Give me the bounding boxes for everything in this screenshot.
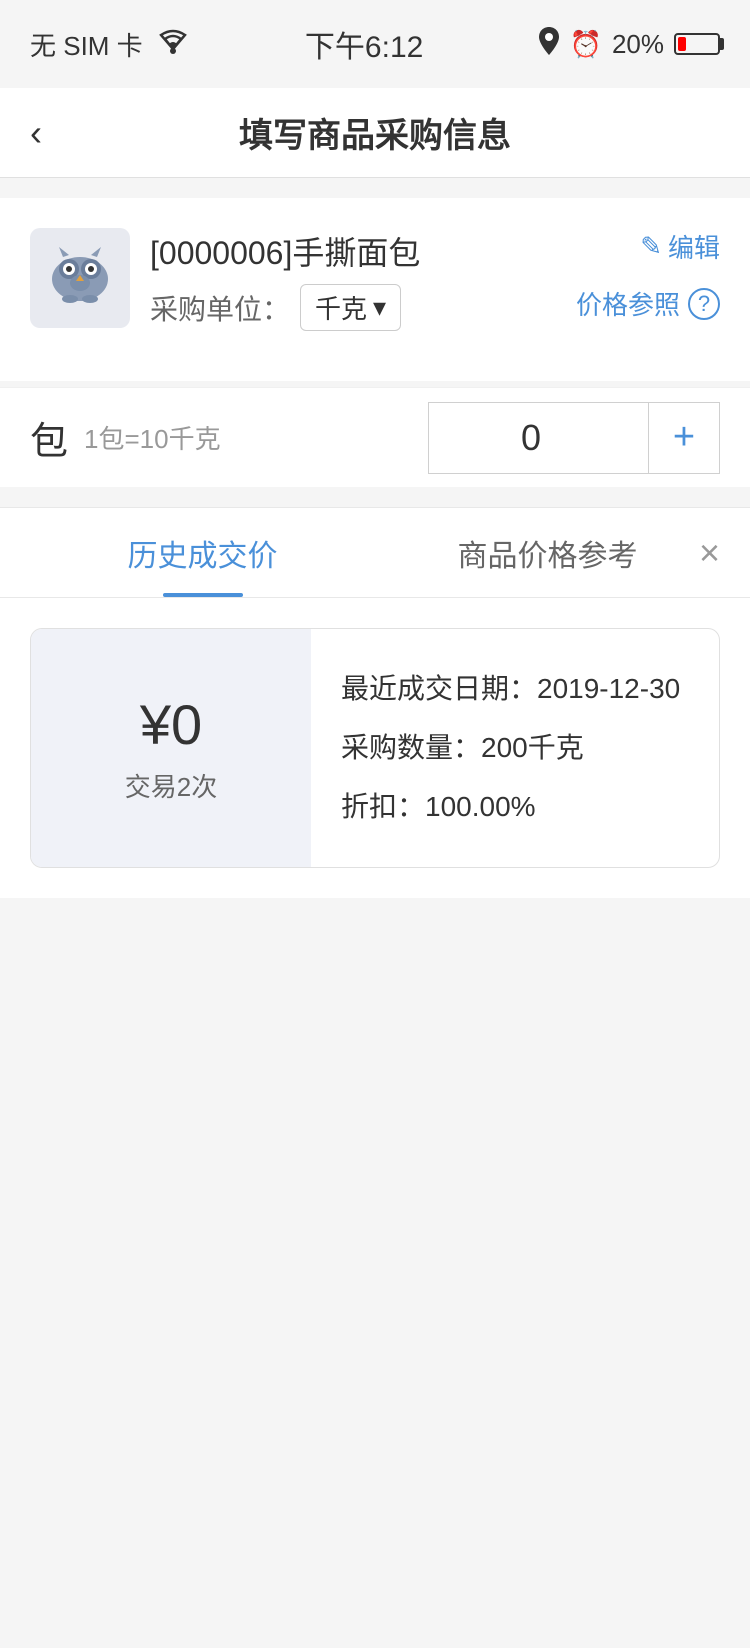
price-amount: 0	[171, 693, 202, 756]
history-price: ¥0	[140, 692, 202, 757]
back-button[interactable]: ‹	[30, 112, 42, 154]
tabs-header: 历史成交价 商品价格参考 ×	[0, 508, 750, 598]
help-icon: ?	[688, 288, 720, 320]
unit-character: 包	[30, 410, 68, 465]
quantity-section: 包 1包=10千克 +	[0, 387, 750, 487]
unit-label: 采购单位：	[150, 288, 290, 328]
unit-description: 1包=10千克	[84, 419, 221, 456]
product-section: [0000006]手撕面包 采购单位： 千克 ▾ ✎ 编辑 价格参照 ?	[0, 198, 750, 381]
detail-discount-label: 折扣：100.00%	[341, 791, 536, 822]
product-name: [0000006]手撕面包	[150, 228, 420, 274]
battery-percent: 20%	[612, 29, 664, 60]
detail-date-label: 最近成交日期：2019-12-30	[341, 673, 680, 704]
tab-reference-label: 商品价格参考	[458, 531, 638, 575]
history-times: 交易2次	[125, 767, 217, 804]
tab-history-label: 历史成交价	[128, 531, 278, 575]
main-content	[0, 898, 750, 1648]
owl-logo-icon	[45, 237, 115, 319]
price-reference-button[interactable]: 价格参照 ?	[576, 285, 720, 322]
page-title: 填写商品采购信息	[239, 108, 511, 157]
status-bar: 无 SIM 卡 下午6:12 ⏰ 20%	[0, 0, 750, 88]
quantity-input[interactable]	[428, 402, 648, 474]
quantity-label: 包 1包=10千克	[30, 410, 221, 465]
quantity-control: +	[428, 402, 720, 474]
history-card: ¥0 交易2次 最近成交日期：2019-12-30 采购数量：200千克 折扣：…	[30, 628, 720, 868]
status-time: 下午6:12	[305, 22, 423, 66]
sim-label: 无 SIM 卡	[30, 26, 143, 63]
detail-quantity-label: 采购数量：200千克	[341, 732, 584, 763]
history-price-column: ¥0 交易2次	[31, 629, 311, 867]
tabs-section: 历史成交价 商品价格参考 × ¥0 交易2次 最近成交日期：2019-12-30…	[0, 507, 750, 898]
product-image	[30, 228, 130, 328]
price-ref-label: 价格参照	[576, 285, 680, 322]
nav-bar: ‹ 填写商品采购信息	[0, 88, 750, 178]
product-unit-row: 采购单位： 千克 ▾	[150, 284, 420, 331]
currency-symbol: ¥	[140, 693, 171, 756]
close-button[interactable]: ×	[699, 532, 720, 574]
edit-icon: ✎	[640, 231, 662, 262]
location-icon	[538, 27, 560, 62]
unit-value: 千克	[315, 289, 367, 326]
alarm-icon: ⏰	[570, 29, 602, 60]
tab-reference[interactable]: 商品价格参考	[375, 508, 720, 597]
edit-button[interactable]: ✎ 编辑	[640, 228, 720, 265]
history-detail-column: 最近成交日期：2019-12-30 采购数量：200千克 折扣：100.00%	[311, 629, 719, 867]
detail-date: 最近成交日期：2019-12-30	[341, 669, 689, 708]
product-info: [0000006]手撕面包 采购单位： 千克 ▾	[150, 228, 420, 331]
product-header: [0000006]手撕面包 采购单位： 千克 ▾ ✎ 编辑 价格参照 ?	[30, 228, 720, 331]
status-left: 无 SIM 卡	[30, 26, 191, 63]
unit-dropdown[interactable]: 千克 ▾	[300, 284, 401, 331]
dropdown-arrow-icon: ▾	[373, 292, 386, 323]
detail-quantity: 采购数量：200千克	[341, 728, 689, 767]
edit-label: 编辑	[668, 228, 720, 265]
product-left: [0000006]手撕面包 采购单位： 千克 ▾	[30, 228, 420, 331]
battery-icon	[674, 33, 720, 55]
wifi-icon	[155, 27, 191, 62]
tab-history[interactable]: 历史成交价	[30, 508, 375, 597]
plus-button[interactable]: +	[648, 402, 720, 474]
status-right: ⏰ 20%	[538, 27, 720, 62]
detail-discount: 折扣：100.00%	[341, 787, 689, 826]
tab-indicator	[163, 593, 243, 597]
history-content: ¥0 交易2次 最近成交日期：2019-12-30 采购数量：200千克 折扣：…	[0, 598, 750, 898]
